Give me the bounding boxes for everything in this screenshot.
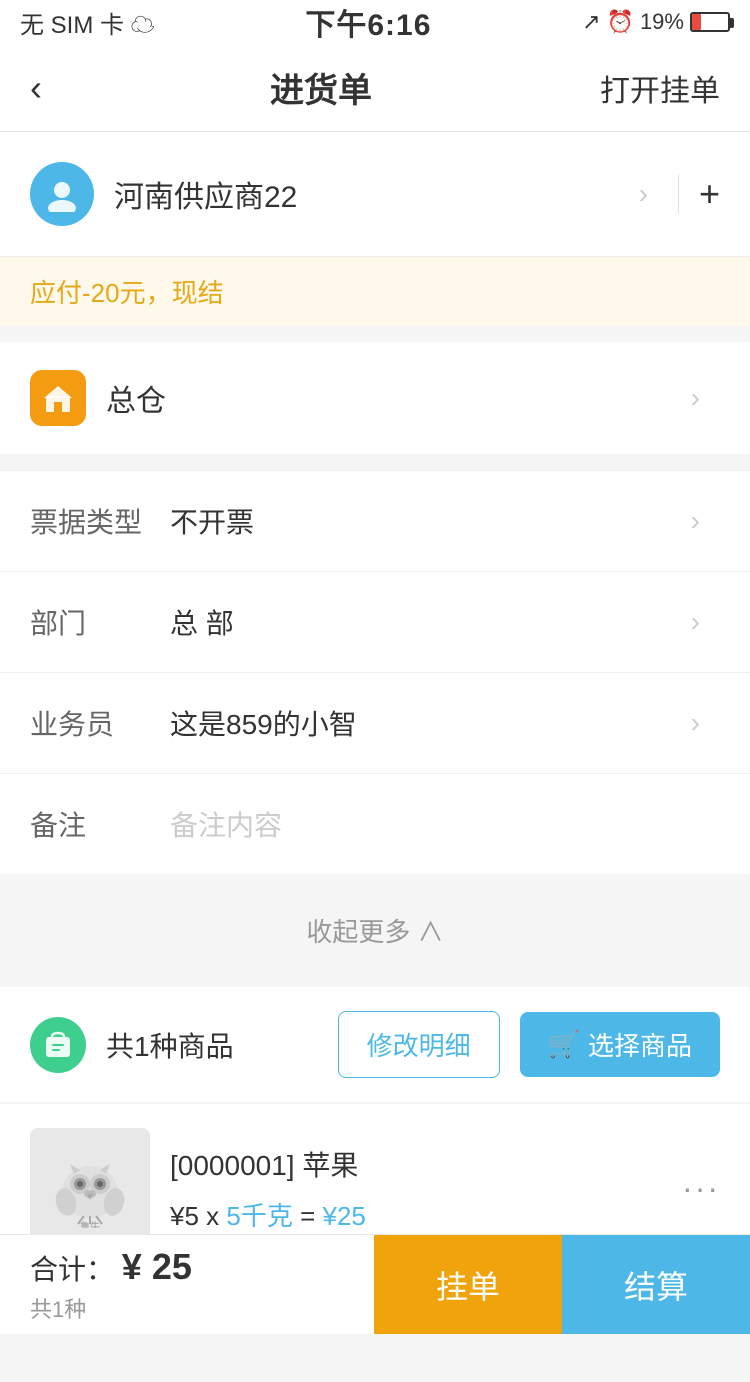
cart-icon: 🛒 <box>548 1029 580 1060</box>
select-product-label: 选择商品 <box>588 1026 692 1063</box>
line-total: ¥25 <box>323 1201 366 1231</box>
dept-label: 部门 <box>30 602 150 642</box>
product-info: [0000001] 苹果 ¥5 x 5千克 = ¥25 <box>170 1144 662 1233</box>
battery-percent: 19% <box>640 9 684 35</box>
products-icon <box>30 1017 86 1073</box>
supplier-section: 河南供应商22 › + 应付-20元，现结 <box>0 132 750 326</box>
warehouse-row[interactable]: 总仓 › <box>0 342 750 454</box>
ticket-type-arrow-icon: › <box>691 505 700 537</box>
ticket-type-value: 不开票 <box>150 501 691 541</box>
product-more-button[interactable]: ··· <box>682 1170 720 1207</box>
edit-details-button[interactable]: 修改明细 <box>338 1011 500 1078</box>
hang-order-button[interactable]: 挂单 <box>374 1235 562 1334</box>
add-supplier-button[interactable]: + <box>699 173 720 215</box>
remark-label: 备注 <box>30 804 150 844</box>
status-left: 无 SIM 卡 ☁ <box>20 5 155 40</box>
salesman-label: 业务员 <box>30 703 150 743</box>
product-thumb-img: 鲁牛 <box>30 1128 150 1248</box>
products-count: 共1种商品 <box>106 1025 318 1065</box>
sim-status: 无 SIM 卡 ☁ <box>20 5 155 40</box>
select-product-button[interactable]: 🛒 选择商品 <box>520 1012 720 1077</box>
form-section: 票据类型 不开票 › 部门 总 部 › 业务员 这是859的小智 › 备注 备注… <box>0 470 750 874</box>
ticket-type-label: 票据类型 <box>30 501 150 541</box>
salesman-arrow-icon: › <box>691 707 700 739</box>
vertical-divider <box>678 174 679 214</box>
multiply-sign: x <box>206 1201 226 1231</box>
supplier-arrow-icon: › <box>639 178 648 210</box>
status-bar: 无 SIM 卡 ☁ 下午6:16 ↗ ⏰ 19% <box>0 0 750 44</box>
ticket-type-row[interactable]: 票据类型 不开票 › <box>0 470 750 571</box>
bottom-total: 合计： ¥ 25 共1种 <box>0 1235 374 1334</box>
collapse-bar[interactable]: 收起更多 ∧ <box>0 890 750 971</box>
salesman-row[interactable]: 业务员 这是859的小智 › <box>0 672 750 773</box>
warehouse-arrow-icon: › <box>691 382 700 414</box>
open-hang-button[interactable]: 打开挂单 <box>600 66 720 110</box>
quantity: 5千克 <box>226 1201 292 1231</box>
dept-arrow-icon: › <box>691 606 700 638</box>
product-price: ¥5 x 5千克 = ¥25 <box>170 1196 662 1233</box>
warehouse-icon <box>30 370 86 426</box>
product-title: 苹果 <box>302 1150 358 1181</box>
status-right: ↗ ⏰ 19% <box>582 9 730 35</box>
supplier-row[interactable]: 河南供应商22 › + <box>0 132 750 257</box>
warehouse-section: 总仓 › <box>0 342 750 454</box>
unit-price: ¥5 <box>170 1201 199 1231</box>
nav-bar: ‹ 进货单 打开挂单 <box>0 44 750 132</box>
dept-row[interactable]: 部门 总 部 › <box>0 571 750 672</box>
product-code: [0000001] <box>170 1150 295 1181</box>
products-header: 共1种商品 修改明细 🛒 选择商品 <box>0 987 750 1102</box>
location-icon: ↗ <box>582 9 600 35</box>
dept-value: 总 部 <box>150 602 691 642</box>
total-amount: ¥ 25 <box>122 1246 192 1287</box>
total-label: 合计： <box>30 1254 114 1285</box>
total-row: 合计： ¥ 25 <box>30 1246 344 1288</box>
warehouse-name: 总仓 <box>106 376 691 420</box>
salesman-value: 这是859的小智 <box>150 703 691 743</box>
supplier-name: 河南供应商22 <box>114 172 639 216</box>
battery-icon <box>690 12 730 32</box>
remark-row[interactable]: 备注 备注内容 <box>0 773 750 874</box>
page-title: 进货单 <box>270 63 372 112</box>
supplier-avatar <box>30 162 94 226</box>
checkout-button[interactable]: 结算 <box>562 1235 750 1334</box>
bottom-bar: 合计： ¥ 25 共1种 挂单 结算 <box>0 1234 750 1334</box>
remark-placeholder[interactable]: 备注内容 <box>150 804 720 844</box>
svg-text:鲁牛: 鲁牛 <box>80 1220 100 1228</box>
product-thumbnail: 鲁牛 <box>30 1128 150 1248</box>
product-name: [0000001] 苹果 <box>170 1144 662 1184</box>
equals-sign: = <box>300 1201 322 1231</box>
alarm-icon: ⏰ <box>607 9 634 35</box>
status-time: 下午6:16 <box>305 0 431 44</box>
total-count: 共1种 <box>30 1292 344 1324</box>
divider <box>0 971 750 987</box>
payment-notice: 应付-20元，现结 <box>0 257 750 326</box>
back-button[interactable]: ‹ <box>30 67 42 109</box>
